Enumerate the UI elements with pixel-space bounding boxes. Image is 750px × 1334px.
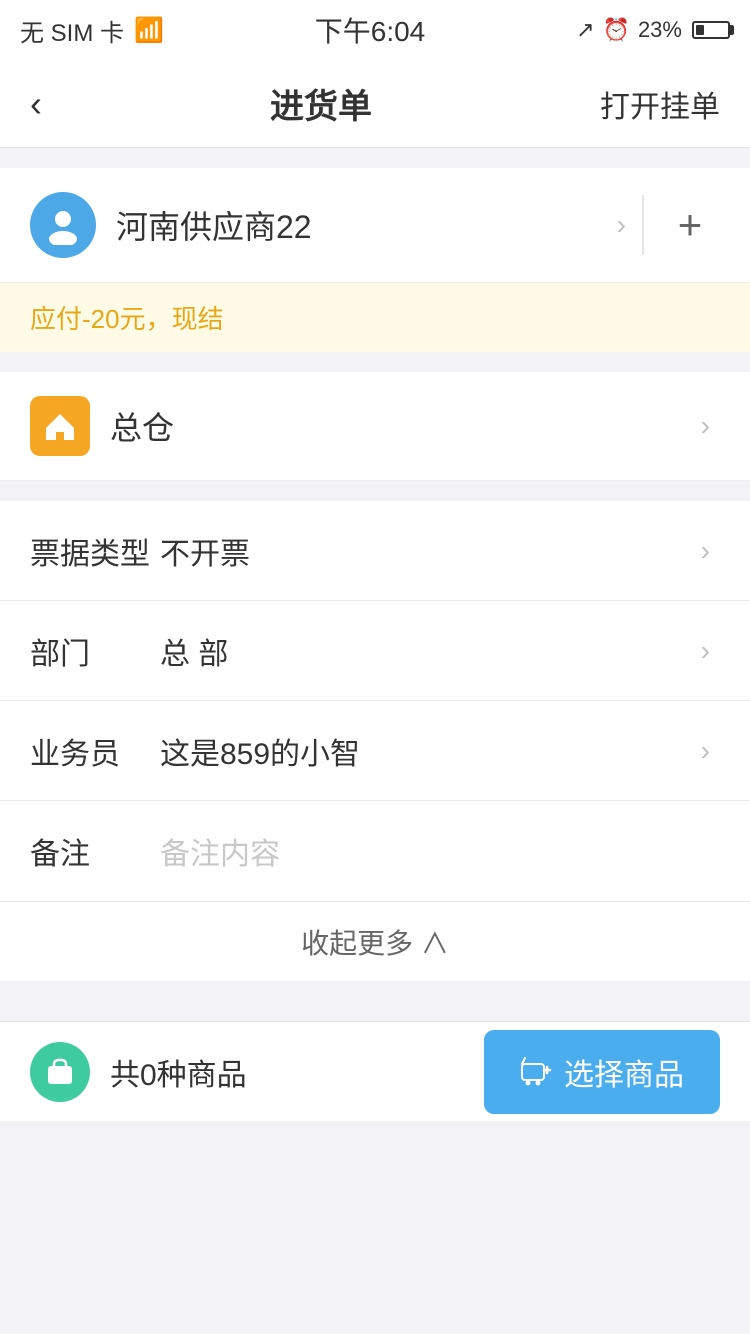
location-icon: ↗	[576, 17, 594, 43]
remark-row[interactable]: 备注 备注内容	[0, 801, 750, 901]
section-gap-4	[0, 981, 750, 1001]
salesman-value: 这是859的小智	[160, 729, 701, 773]
section-gap-3	[0, 481, 750, 501]
house-icon	[42, 408, 78, 444]
form-section: 票据类型 不开票 › 部门 总 部 › 业务员 这是859的小智 › 备注 备注…	[0, 501, 750, 901]
salesman-label: 业务员	[30, 729, 160, 773]
page-title: 进货单	[270, 79, 372, 128]
supplier-row[interactable]: 河南供应商22 › +	[0, 168, 750, 283]
warehouse-icon	[30, 396, 90, 456]
salesman-row[interactable]: 业务员 这是859的小智 ›	[0, 701, 750, 801]
supplier-chevron-icon: ›	[617, 209, 626, 241]
supplier-section: 河南供应商22 › + 应付-20元，现结	[0, 168, 750, 352]
notice-text: 应付-20元，现结	[30, 304, 224, 334]
department-value: 总 部	[160, 629, 701, 673]
supplier-name: 河南供应商22	[116, 202, 617, 248]
bottom-bar: 共0种商品 选择商品	[0, 1021, 750, 1121]
add-button[interactable]: +	[660, 195, 720, 255]
select-product-label: 选择商品	[564, 1050, 684, 1094]
warehouse-name: 总仓	[110, 403, 701, 449]
product-icon	[30, 1042, 90, 1102]
invoice-value: 不开票	[160, 529, 701, 573]
select-product-button[interactable]: 选择商品	[484, 1030, 720, 1114]
battery-icon	[692, 21, 730, 39]
open-pending-button[interactable]: 打开挂单	[600, 82, 720, 126]
department-chevron-icon: ›	[701, 635, 710, 667]
wifi-icon: 📶	[134, 16, 164, 45]
status-time: 下午6:04	[315, 10, 426, 50]
nav-bar: ‹ 进货单 打开挂单	[0, 60, 750, 148]
remark-placeholder: 备注内容	[160, 829, 720, 873]
vertical-separator	[642, 195, 644, 255]
section-gap-2	[0, 352, 750, 372]
department-row[interactable]: 部门 总 部 ›	[0, 601, 750, 701]
salesman-chevron-icon: ›	[701, 735, 710, 767]
section-gap-1	[0, 148, 750, 168]
warehouse-row[interactable]: 总仓 ›	[0, 372, 750, 481]
carrier-label: 无 SIM 卡	[20, 13, 124, 48]
person-icon	[43, 205, 83, 245]
alarm-icon: ⏰	[603, 17, 630, 43]
warehouse-chevron-icon: ›	[701, 410, 710, 442]
remark-label: 备注	[30, 829, 160, 873]
supplier-avatar	[30, 192, 96, 258]
status-right: ↗ ⏰ 23%	[576, 17, 730, 43]
warehouse-section: 总仓 ›	[0, 372, 750, 481]
bag-icon	[42, 1054, 78, 1090]
invoice-label: 票据类型	[30, 529, 160, 573]
cart-plus-icon	[520, 1056, 552, 1088]
battery-label: 23%	[638, 17, 682, 43]
product-count-label: 共0种商品	[110, 1050, 484, 1094]
collapse-label: 收起更多 ∧	[301, 922, 449, 962]
back-button[interactable]: ‹	[30, 86, 42, 122]
status-bar: 无 SIM 卡 📶 下午6:04 ↗ ⏰ 23%	[0, 0, 750, 60]
notice-bar: 应付-20元，现结	[0, 283, 750, 352]
invoice-chevron-icon: ›	[701, 535, 710, 567]
department-label: 部门	[30, 629, 160, 673]
invoice-row[interactable]: 票据类型 不开票 ›	[0, 501, 750, 601]
collapse-bar[interactable]: 收起更多 ∧	[0, 901, 750, 981]
status-left: 无 SIM 卡 📶	[20, 13, 164, 48]
